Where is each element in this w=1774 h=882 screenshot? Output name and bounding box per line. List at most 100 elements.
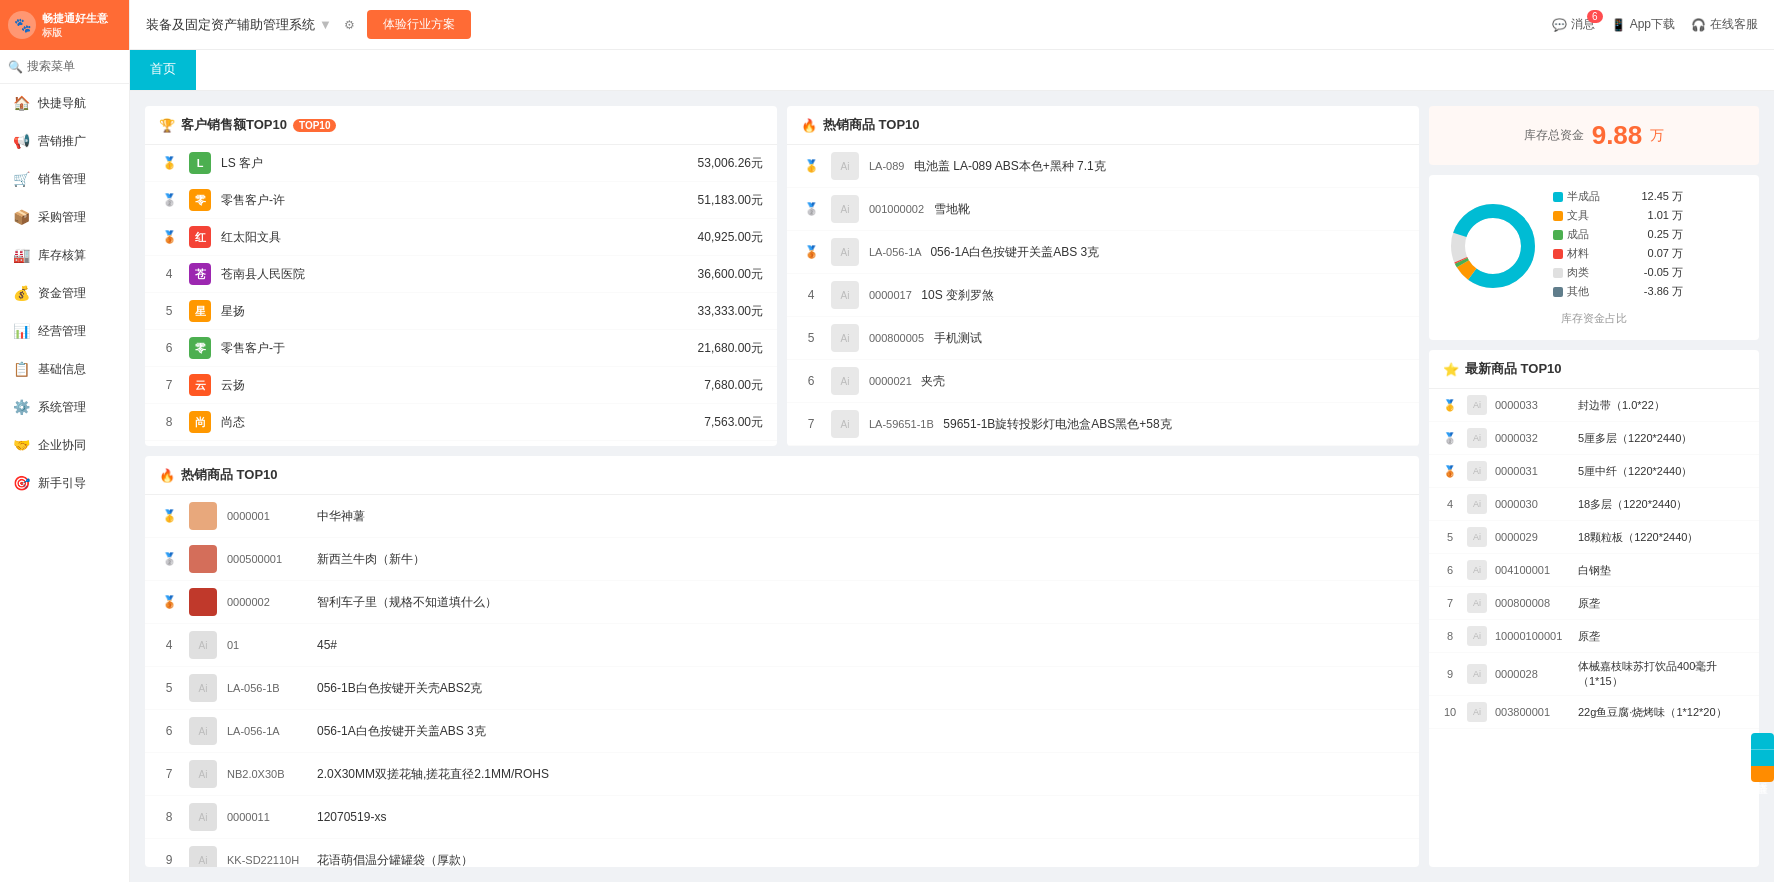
product-placeholder: Ai — [831, 195, 859, 223]
legend-dot — [1553, 287, 1563, 297]
system-name: 装备及固定资产辅助管理系统 ▼ — [146, 16, 332, 34]
settings-icon[interactable]: ⚙ — [344, 18, 355, 32]
np-image: Ai — [1467, 527, 1487, 547]
legend-name: 文具 — [1567, 208, 1644, 223]
np-name: 原垄 — [1578, 596, 1747, 611]
product-name: 手机测试 — [934, 331, 982, 345]
rank-avatar: 苍 — [189, 263, 211, 285]
product-code: KK-SD22110H — [227, 854, 307, 866]
product-code: 0000002 — [227, 596, 307, 608]
hot-product-row: 8 Ai 0000011 12070519-xs — [145, 796, 1419, 839]
top-sellers-card: 🏆 客户销售额TOP10 TOP10 🥇 L LS 客户 53,006.26元 … — [145, 106, 777, 446]
product-placeholder: Ai — [189, 760, 217, 788]
np-rank: 8 — [1441, 630, 1459, 642]
product-code: NB2.0X30B — [227, 768, 307, 780]
product-code: 0000011 — [227, 811, 307, 823]
new-products-header: ⭐ 最新商品 TOP10 — [1429, 350, 1759, 389]
new-product-row: 🥇 Ai 0000033 封边带（1.0*22） — [1429, 389, 1759, 422]
product-code: LA-056-1B — [227, 682, 307, 694]
product-code: 001000002 — [869, 203, 930, 215]
app-download-button[interactable]: 📱 App下载 — [1611, 16, 1675, 33]
customer-name: 零售客户-许 — [221, 192, 688, 209]
product-placeholder: Ai — [189, 631, 217, 659]
floater-service[interactable]: 客服热线 — [1751, 733, 1774, 749]
online-service-button[interactable]: 🎧 在线客服 — [1691, 16, 1758, 33]
guide-icon: 🎯 — [12, 474, 30, 492]
rank-avatar: 零 — [189, 337, 211, 359]
hot-product-row: 🥉 0000002 智利车子里（规格不知道填什么） — [145, 581, 1419, 624]
ranking-row: 6 零 零售客户-于 21,680.00元 — [145, 330, 777, 367]
rank-num: 🥉 — [801, 245, 821, 259]
product-info: 000800005 手机测试 — [869, 330, 1405, 347]
sidebar-item-sales[interactable]: 🛒 销售管理 — [0, 160, 129, 198]
sidebar-item-finance[interactable]: 💰 资金管理 — [0, 274, 129, 312]
legend-dot — [1553, 249, 1563, 259]
sidebar-item-operations[interactable]: 📊 经营管理 — [0, 312, 129, 350]
customer-name: 零售客户-于 — [221, 340, 688, 357]
sidebar-item-purchase[interactable]: 📦 采购管理 — [0, 198, 129, 236]
rank-avatar: 星 — [189, 300, 211, 322]
floater-community[interactable]: 服务社区 — [1751, 749, 1774, 766]
product-code: 000800005 — [869, 332, 930, 344]
np-image: Ai — [1467, 626, 1487, 646]
try-plan-button[interactable]: 体验行业方案 — [367, 10, 471, 39]
rank-num: 6 — [159, 724, 179, 738]
product-code: 0000021 — [869, 375, 918, 387]
tab-home[interactable]: 首页 — [130, 50, 196, 90]
np-name: 体械嘉枝味苏打饮品400毫升（1*15） — [1578, 659, 1747, 689]
legend-dot — [1553, 268, 1563, 278]
customer-amount: 36,600.00元 — [698, 266, 763, 283]
ranking-row: 🥇 L LS 客户 53,006.26元 — [145, 145, 777, 182]
legend-item: 材料 0.07 万 — [1553, 246, 1683, 261]
floater-live[interactable]: 直播 — [1751, 766, 1774, 782]
rank-number: 🥇 — [159, 156, 179, 170]
np-image: Ai — [1467, 428, 1487, 448]
sidebar-item-marketing[interactable]: 📢 营销推广 — [0, 122, 129, 160]
sidebar-item-guide[interactable]: 🎯 新手引导 — [0, 464, 129, 502]
collab-icon: 🤝 — [12, 436, 30, 454]
message-icon: 💬 — [1552, 18, 1567, 32]
sidebar-item-collab[interactable]: 🤝 企业协同 — [0, 426, 129, 464]
hot-product-row: 4 Ai 01 45# — [145, 624, 1419, 667]
search-icon: 🔍 — [8, 60, 23, 74]
legend-value: -3.86 万 — [1644, 284, 1683, 299]
hot-sold-row: 🥈 Ai 001000002 雪地靴 — [787, 188, 1419, 231]
dropdown-icon[interactable]: ▼ — [319, 17, 332, 32]
rank-num: 🥉 — [159, 595, 179, 609]
headset-icon: 🎧 — [1691, 18, 1706, 32]
product-info: 0000017 10S 变刹罗煞 — [869, 287, 1405, 304]
np-rank: 🥉 — [1441, 465, 1459, 478]
legend-value: 1.01 万 — [1648, 208, 1683, 223]
new-product-row: 8 Ai 10000100001 原垄 — [1429, 620, 1759, 653]
hot-product-row: 5 Ai LA-056-1B 056-1B白色按键开关壳ABS2克 — [145, 667, 1419, 710]
customer-name: 红太阳文具 — [221, 229, 688, 246]
new-product-row: 7 Ai 000800008 原垄 — [1429, 587, 1759, 620]
donut-chart — [1443, 196, 1543, 296]
np-name: 5厘中纤（1220*2440） — [1578, 464, 1747, 479]
page-tabs: 首页 — [130, 50, 1774, 91]
floater: 客服热线 服务社区 直播 — [1751, 733, 1774, 782]
np-code: 0000028 — [1495, 668, 1570, 680]
legend-value: -0.05 万 — [1644, 265, 1683, 280]
messages-button[interactable]: 💬 消息 6 — [1552, 16, 1595, 33]
product-name: 10S 变刹罗煞 — [921, 288, 994, 302]
sidebar-item-base-info[interactable]: 📋 基础信息 — [0, 350, 129, 388]
new-product-row: 🥉 Ai 0000031 5厘中纤（1220*2440） — [1429, 455, 1759, 488]
customer-amount: 7,680.00元 — [704, 377, 763, 394]
sidebar-search[interactable]: 🔍 搜索菜单 — [0, 50, 129, 84]
rank-num: 🥈 — [159, 552, 179, 566]
inventory-chart-card: 半成品 12.45 万 文具 1.01 万 成品 0.25 万 材料 0.07 … — [1429, 175, 1759, 340]
product-code: LA-089 — [869, 160, 911, 172]
rank-number: 6 — [159, 341, 179, 355]
sidebar-item-home[interactable]: 🏠 快捷导航 — [0, 84, 129, 122]
new-product-row: 🥈 Ai 0000032 5厘多层（1220*2440） — [1429, 422, 1759, 455]
hot-products-list: 🥇 0000001 中华神薯 🥈 000500001 新西兰牛肉（新牛） 🥉 0… — [145, 495, 1419, 867]
hot-product-row: 9 Ai KK-SD22110H 花语萌倡温分罐罐袋（厚款） — [145, 839, 1419, 867]
sidebar-item-inventory[interactable]: 🏭 库存核算 — [0, 236, 129, 274]
np-rank: 🥈 — [1441, 432, 1459, 445]
np-image: Ai — [1467, 702, 1487, 722]
content: 🏆 客户销售额TOP10 TOP10 🥇 L LS 客户 53,006.26元 … — [130, 91, 1774, 882]
product-code: 000500001 — [227, 553, 307, 565]
np-image: Ai — [1467, 560, 1487, 580]
sidebar-item-system[interactable]: ⚙️ 系统管理 — [0, 388, 129, 426]
